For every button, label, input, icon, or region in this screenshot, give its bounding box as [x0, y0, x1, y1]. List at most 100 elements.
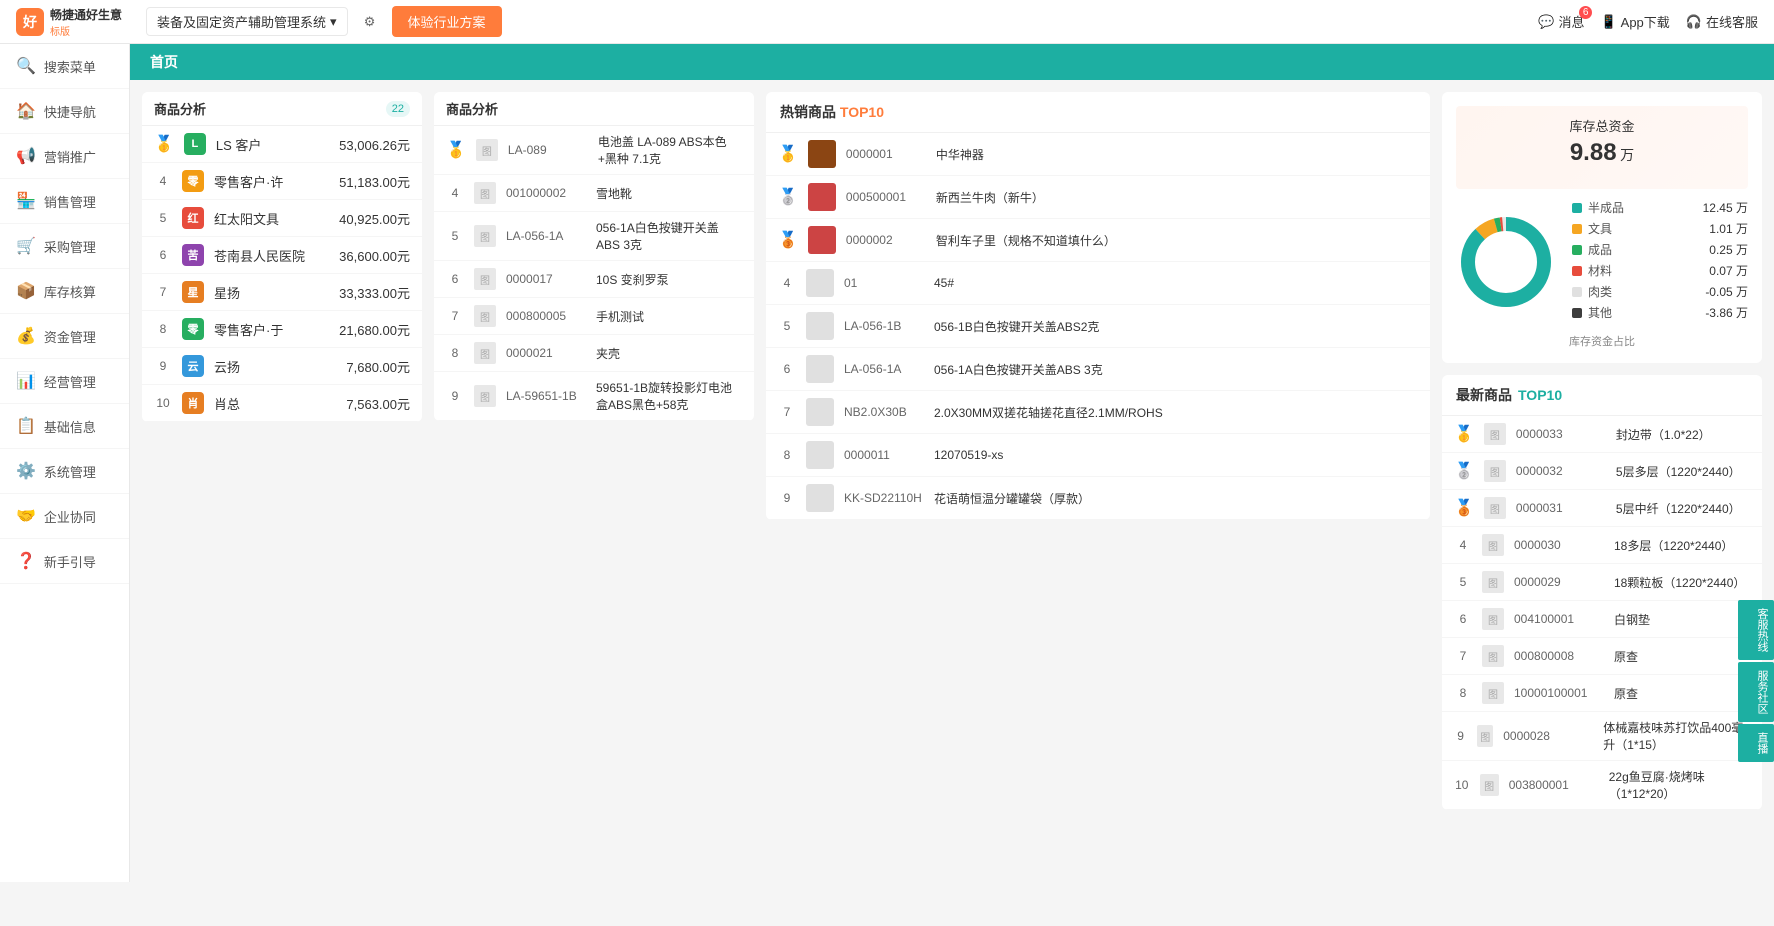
float-btn-live[interactable]: 直播: [1738, 724, 1774, 762]
newest-product-row: 5 图 0000029 18颗粒板（1220*2440）: [1442, 564, 1762, 601]
product-rank-row: 7 图 000800005 手机测试: [434, 298, 754, 335]
operations-icon: 📊: [16, 371, 36, 391]
sidebar-item-label: 采购管理: [44, 237, 96, 256]
product-name: 封边带（1.0*22）: [1616, 426, 1711, 443]
sidebar: 🔍 搜索菜单 🏠 快捷导航 📢 营销推广 🏪 销售管理 🛒 采购管理 📦 库存核…: [0, 44, 130, 882]
legend-label-text: 半成品: [1588, 199, 1624, 216]
rank-number: 8: [446, 346, 464, 360]
content-area: 商品分析 22 🥇 L LS 客户 53,006.26元 4 零 零售客户·许: [130, 80, 1774, 822]
customer-rank-row: 8 零 零售客户·于 21,680.00元: [142, 311, 422, 348]
rank-number: 6: [778, 362, 796, 376]
rank-number: 4: [778, 276, 796, 290]
float-buttons: 客服热线 服务社区 直播: [1738, 600, 1774, 762]
product-code: LA-59651-1B: [506, 389, 586, 403]
customer-amount: 33,333.00元: [339, 283, 410, 302]
product-name: 056-1B白色按键开关盖ABS2克: [934, 318, 1099, 335]
customer-name: 苍南县人民医院: [214, 246, 329, 265]
product-thumb: 图: [474, 305, 496, 327]
marketing-icon: 📢: [16, 146, 36, 166]
hot-product-row: 7 NB2.0X30B 2.0X30MM双搓花轴搓花直径2.1MM/ROHS: [766, 391, 1430, 434]
system-selector[interactable]: 装备及固定资产辅助管理系统 ▾: [146, 7, 348, 36]
sidebar-item-operations[interactable]: 📊 经营管理: [0, 359, 129, 404]
rank-number: 4: [446, 186, 464, 200]
page-tab[interactable]: 首页: [130, 44, 1774, 80]
top-header: 好 畅捷通好生意 标版 装备及固定资产辅助管理系统 ▾ ⚙ 体验行业方案 💬 消…: [0, 0, 1774, 44]
float-btn-community[interactable]: 服务社区: [1738, 662, 1774, 722]
sidebar-item-label: 营销推广: [44, 147, 96, 166]
rank-number: 5: [778, 319, 796, 333]
rank-number: 4: [154, 174, 172, 188]
inventory-title: 库存总资金: [1466, 116, 1738, 135]
product-code: LA-089: [508, 143, 588, 157]
customer-rank-row: 4 零 零售客户·许 51,183.00元: [142, 163, 422, 200]
inventory-unit: 万: [1620, 147, 1634, 163]
legend-dot: [1572, 224, 1582, 234]
product-thumbnail: [806, 484, 834, 512]
hot-product-row: 🥈 000500001 新西兰牛肉（新牛）: [766, 176, 1430, 219]
customer-rank-header: 商品分析 22: [142, 92, 422, 126]
newest-product-row: 6 图 004100001 白钢垫: [1442, 601, 1762, 638]
product-name: 5层中纤（1220*2440）: [1616, 500, 1741, 517]
newest-product-row: 7 图 000800008 原查: [1442, 638, 1762, 675]
trial-button[interactable]: 体验行业方案: [392, 6, 502, 37]
product-code: 10000100001: [1514, 686, 1604, 700]
settings-icon[interactable]: ⚙: [356, 8, 384, 36]
sidebar-item-quick-nav[interactable]: 🏠 快捷导航: [0, 89, 129, 134]
online-service-item[interactable]: 🎧 在线客服: [1686, 12, 1758, 31]
newest-product-row: 9 图 0000028 体械嘉枝味苏打饮品400毫升（1*15）: [1442, 712, 1762, 761]
product-code: 0000032: [1516, 464, 1606, 478]
legend-value: 12.45 万: [1703, 199, 1748, 216]
donut-chart: [1456, 212, 1556, 312]
inventory-total: 9.88 万: [1466, 139, 1738, 167]
inventory-icon: 📦: [16, 281, 36, 301]
system-name: 装备及固定资产辅助管理系统: [157, 12, 326, 31]
product-code: 0000017: [506, 272, 586, 286]
sidebar-item-finance[interactable]: 💰 资金管理: [0, 314, 129, 359]
sales-icon: 🏪: [16, 191, 36, 211]
product-name: 原查: [1614, 685, 1638, 702]
product-rank-title: 商品分析: [446, 102, 498, 117]
float-btn-service[interactable]: 客服热线: [1738, 600, 1774, 660]
product-thumbnail: [808, 226, 836, 254]
message-item[interactable]: 💬 消息 6: [1538, 12, 1584, 31]
product-name: 新西兰牛肉（新牛）: [936, 189, 1044, 206]
legend-label-text: 文具: [1588, 220, 1612, 237]
product-code: 0000031: [1516, 501, 1606, 515]
legend-item: 材料 0.07 万: [1572, 262, 1748, 279]
sidebar-item-search[interactable]: 🔍 搜索菜单: [0, 44, 129, 89]
sidebar-item-purchase[interactable]: 🛒 采购管理: [0, 224, 129, 269]
legend-value: 0.25 万: [1709, 241, 1748, 258]
legend-item: 成品 0.25 万: [1572, 241, 1748, 258]
rank-number: 10: [1454, 778, 1470, 792]
customer-avatar: 红: [182, 207, 204, 229]
sidebar-item-sales[interactable]: 🏪 销售管理: [0, 179, 129, 224]
product-thumb: 图: [474, 342, 496, 364]
rank-number: 5: [446, 229, 464, 243]
legend-value: 1.01 万: [1709, 220, 1748, 237]
product-code: 000800008: [1514, 649, 1604, 663]
product-name: 59651-1B旋转投影灯电池盒ABS黑色+58克: [596, 379, 742, 413]
app-download-item[interactable]: 📱 App下载: [1600, 12, 1669, 31]
hot-product-row: 9 KK-SD22110H 花语萌恒温分罐罐袋（厚款）: [766, 477, 1430, 520]
sidebar-item-basic[interactable]: 📋 基础信息: [0, 404, 129, 449]
sidebar-item-guide[interactable]: ❓ 新手引导: [0, 539, 129, 584]
product-thumb: 图: [1480, 774, 1499, 796]
top10-label: TOP10: [840, 104, 884, 120]
sidebar-item-label: 基础信息: [44, 417, 96, 436]
sidebar-item-system[interactable]: ⚙️ 系统管理: [0, 449, 129, 494]
hot-product-row: 5 LA-056-1B 056-1B白色按键开关盖ABS2克: [766, 305, 1430, 348]
product-name: 花语萌恒温分罐罐袋（厚款）: [934, 490, 1090, 507]
product-name: 原查: [1614, 648, 1638, 665]
sidebar-item-enterprise[interactable]: 🤝 企业协同: [0, 494, 129, 539]
customer-avatar: 云: [182, 355, 204, 377]
product-code: 0000033: [1516, 427, 1606, 441]
sidebar-item-marketing[interactable]: 📢 营销推广: [0, 134, 129, 179]
rank-number: 7: [446, 309, 464, 323]
legend-item: 半成品 12.45 万: [1572, 199, 1748, 216]
customer-name: 零售客户·许: [214, 172, 329, 191]
medal-icon: 🥇: [154, 134, 174, 154]
product-rank-row: 5 图 LA-056-1A 056-1A白色按键开关盖ABS 3克: [434, 212, 754, 261]
sidebar-item-inventory[interactable]: 📦 库存核算: [0, 269, 129, 314]
customer-name: 肖总: [214, 394, 336, 413]
rank-number: 9: [1454, 729, 1467, 743]
